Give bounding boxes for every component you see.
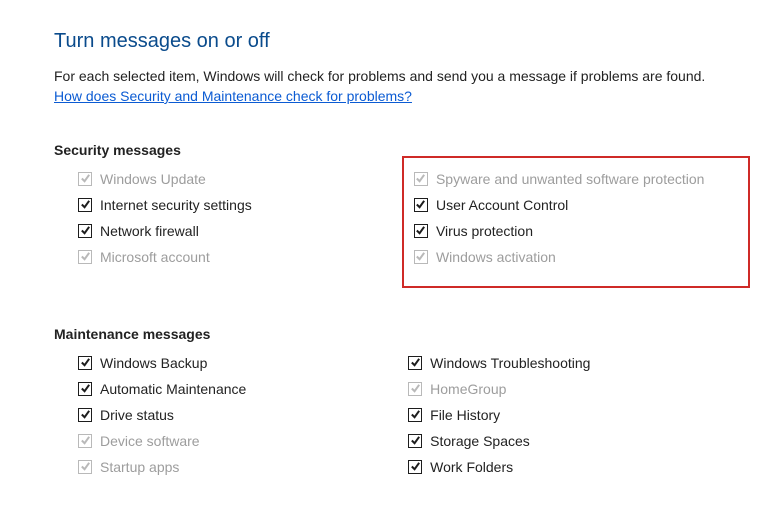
security-section: Windows Update Internet security settings… (54, 172, 750, 288)
checkbox-item-network-firewall: Network firewall (78, 224, 414, 238)
checkbox-device-software (78, 434, 92, 448)
checkbox-windows-troubleshooting[interactable] (408, 356, 422, 370)
maintenance-section-title: Maintenance messages (54, 326, 750, 342)
checkbox-label: Drive status (100, 408, 174, 422)
checkbox-automatic-maintenance[interactable] (78, 382, 92, 396)
checkbox-label: Device software (100, 434, 200, 448)
checkbox-item-homegroup: HomeGroup (408, 382, 750, 396)
checkbox-windows-backup[interactable] (78, 356, 92, 370)
checkbox-item-work-folders: Work Folders (408, 460, 750, 474)
checkbox-item-windows-activation: Windows activation (414, 250, 738, 264)
checkbox-item-microsoft-account: Microsoft account (78, 250, 414, 264)
maintenance-left-column: Windows Backup Automatic Maintenance Drive… (78, 356, 408, 474)
checkbox-windows-activation (414, 250, 428, 264)
checkbox-item-file-history: File History (408, 408, 750, 422)
checkbox-item-spyware-and-unwanted-software-protection: Spyware and unwanted software protection (414, 172, 738, 186)
checkbox-label: Windows activation (436, 250, 556, 264)
checkbox-storage-spaces[interactable] (408, 434, 422, 448)
checkbox-label: Windows Update (100, 172, 206, 186)
checkbox-drive-status[interactable] (78, 408, 92, 422)
checkbox-startup-apps (78, 460, 92, 474)
checkbox-item-windows-troubleshooting: Windows Troubleshooting (408, 356, 750, 370)
help-link[interactable]: How does Security and Maintenance check … (54, 88, 412, 104)
checkbox-label: Network firewall (100, 224, 199, 238)
checkbox-file-history[interactable] (408, 408, 422, 422)
checkbox-label: Internet security settings (100, 198, 252, 212)
checkbox-label: File History (430, 408, 500, 422)
checkbox-item-internet-security-settings: Internet security settings (78, 198, 414, 212)
page-title: Turn messages on or off (54, 30, 750, 53)
checkbox-label: HomeGroup (430, 382, 506, 396)
checkbox-item-device-software: Device software (78, 434, 408, 448)
checkbox-label: Automatic Maintenance (100, 382, 246, 396)
checkbox-internet-security-settings[interactable] (78, 198, 92, 212)
checkbox-label: User Account Control (436, 198, 568, 212)
checkbox-label: Spyware and unwanted software protection (436, 172, 705, 186)
checkbox-item-storage-spaces: Storage Spaces (408, 434, 750, 448)
checkbox-user-account-control[interactable] (414, 198, 428, 212)
security-right-column-highlight: Spyware and unwanted software protection… (402, 156, 750, 288)
checkbox-item-user-account-control: User Account Control (414, 198, 738, 212)
checkbox-label: Virus protection (436, 224, 533, 238)
checkbox-windows-update (78, 172, 92, 186)
security-left-column: Windows Update Internet security settings… (78, 172, 414, 288)
maintenance-section: Windows Backup Automatic Maintenance Drive… (54, 356, 750, 474)
checkbox-spyware-and-unwanted-software-protection (414, 172, 428, 186)
checkbox-virus-protection[interactable] (414, 224, 428, 238)
maintenance-right-column: Windows Troubleshooting HomeGroup File His… (408, 356, 750, 474)
checkbox-label: Storage Spaces (430, 434, 530, 448)
checkbox-item-startup-apps: Startup apps (78, 460, 408, 474)
checkbox-label: Microsoft account (100, 250, 210, 264)
checkbox-microsoft-account (78, 250, 92, 264)
checkbox-item-virus-protection: Virus protection (414, 224, 738, 238)
checkbox-label: Work Folders (430, 460, 513, 474)
checkbox-label: Windows Troubleshooting (430, 356, 590, 370)
checkbox-work-folders[interactable] (408, 460, 422, 474)
checkbox-label: Windows Backup (100, 356, 207, 370)
checkbox-network-firewall[interactable] (78, 224, 92, 238)
checkbox-item-drive-status: Drive status (78, 408, 408, 422)
checkbox-item-windows-update: Windows Update (78, 172, 414, 186)
checkbox-item-automatic-maintenance: Automatic Maintenance (78, 382, 408, 396)
checkbox-item-windows-backup: Windows Backup (78, 356, 408, 370)
checkbox-label: Startup apps (100, 460, 179, 474)
checkbox-homegroup (408, 382, 422, 396)
page-description: For each selected item, Windows will che… (54, 67, 750, 86)
